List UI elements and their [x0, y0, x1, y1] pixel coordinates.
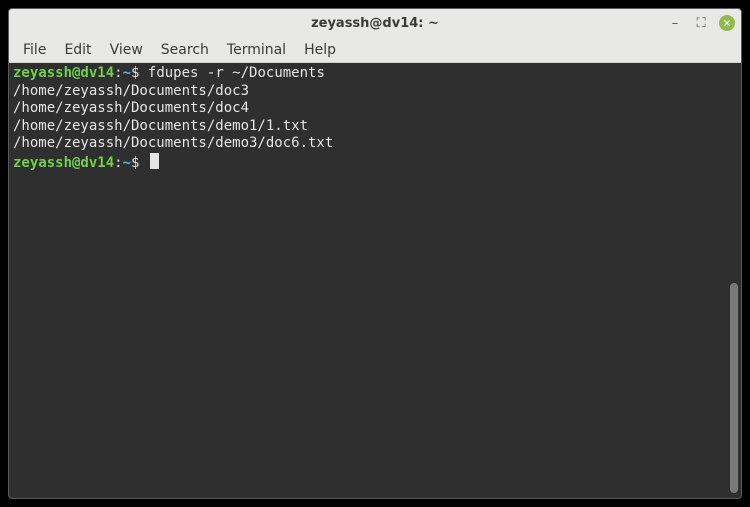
output-line: /home/zeyassh/Documents/doc4	[13, 100, 737, 118]
prompt-user-host: zeyassh@dv14	[13, 155, 114, 171]
output-line: /home/zeyassh/Documents/demo3/doc6.txt	[13, 135, 737, 153]
minimize-button[interactable]: –	[667, 15, 683, 31]
terminal-line: zeyassh@dv14:~$ fdupes -r ~/Documents	[13, 65, 737, 83]
terminal-line: zeyassh@dv14:~$	[13, 153, 737, 173]
prompt-user-host: zeyassh@dv14	[13, 65, 114, 81]
menu-help[interactable]: Help	[304, 42, 336, 58]
menu-file[interactable]: File	[23, 42, 46, 58]
menu-edit[interactable]: Edit	[64, 42, 91, 58]
menubar: File Edit View Search Terminal Help	[9, 37, 741, 63]
menu-terminal[interactable]: Terminal	[227, 42, 286, 58]
terminal-body[interactable]: zeyassh@dv14:~$ fdupes -r ~/Documents/ho…	[9, 63, 741, 498]
maximize-button[interactable]: ⛶	[693, 15, 709, 31]
command-text: fdupes -r ~/Documents	[148, 65, 325, 81]
window-title: zeyassh@dv14: ~	[311, 16, 439, 31]
titlebar[interactable]: zeyassh@dv14: ~ – ⛶ ✕	[9, 9, 741, 37]
menu-view[interactable]: View	[110, 42, 143, 58]
output-line: /home/zeyassh/Documents/doc3	[13, 83, 737, 101]
scrollbar-thumb[interactable]	[730, 283, 738, 493]
output-line: /home/zeyassh/Documents/demo1/1.txt	[13, 118, 737, 136]
close-button[interactable]: ✕	[719, 15, 735, 31]
menu-search[interactable]: Search	[161, 42, 209, 58]
prompt-path: ~	[123, 65, 131, 81]
window-controls: – ⛶ ✕	[667, 9, 735, 37]
cursor-block	[150, 153, 159, 169]
prompt-path: ~	[123, 155, 131, 171]
terminal-window: zeyassh@dv14: ~ – ⛶ ✕ File Edit View Sea…	[8, 8, 742, 499]
